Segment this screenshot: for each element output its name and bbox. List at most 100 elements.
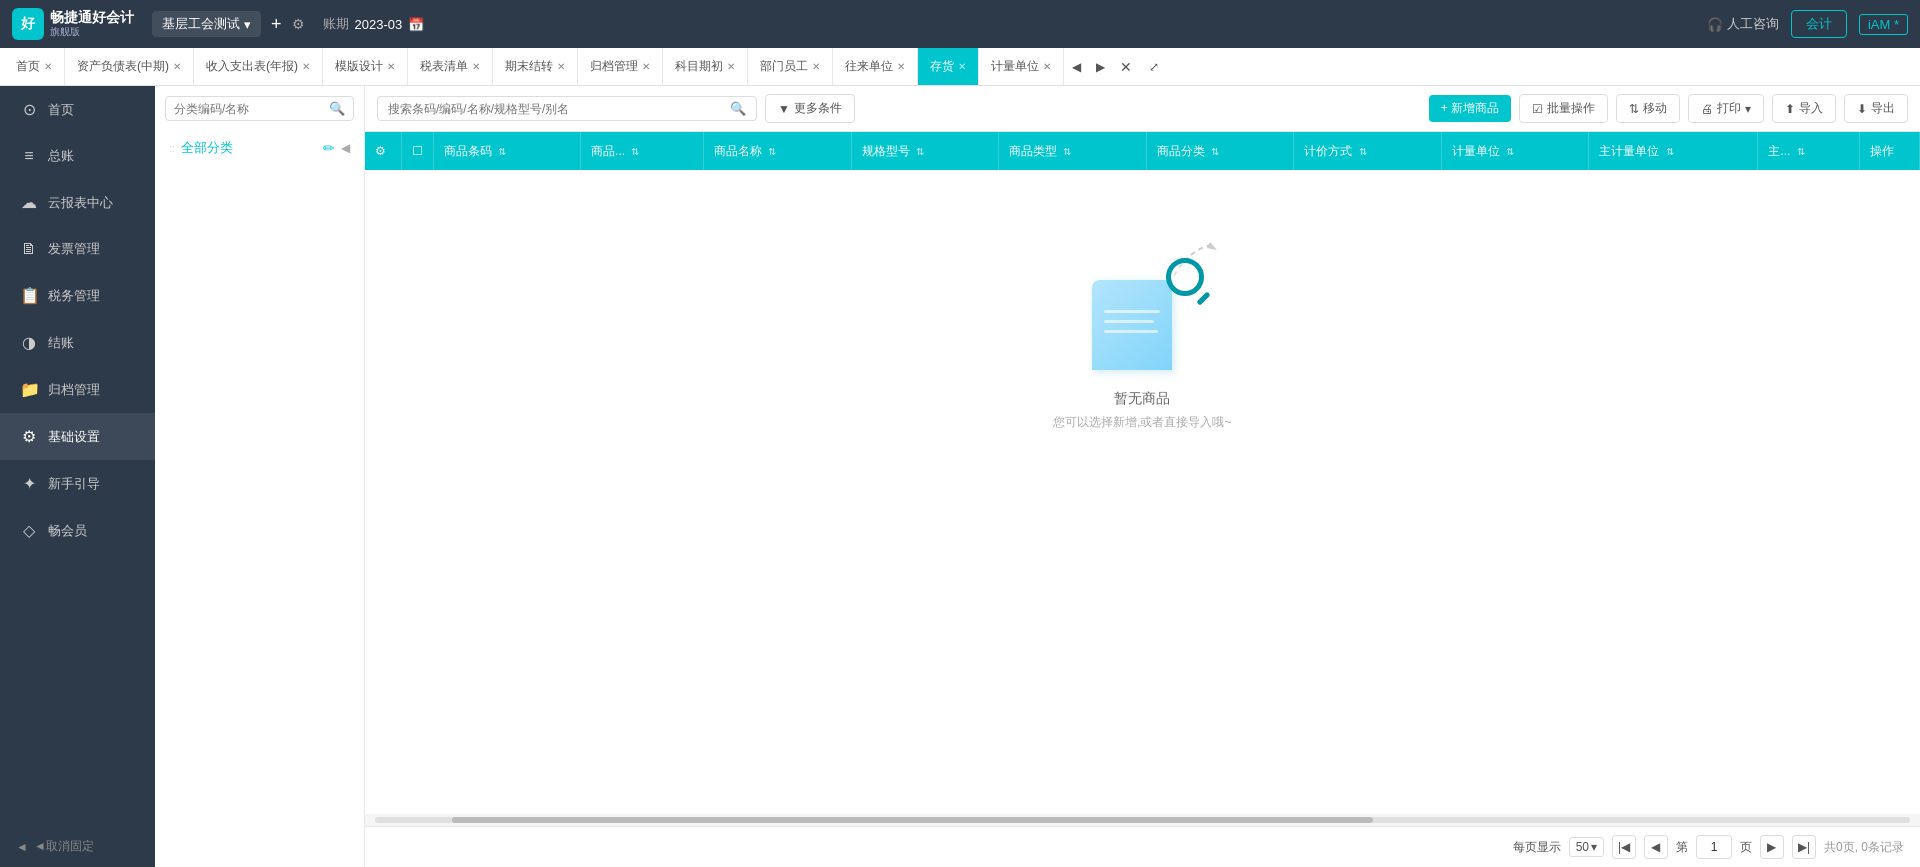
batch-icon: ☑	[1532, 102, 1543, 116]
sort-type-icon[interactable]: ⇅	[1063, 146, 1071, 157]
tab-expand-button[interactable]: ⤢	[1140, 48, 1168, 86]
tab-close-archive[interactable]: ✕	[642, 61, 650, 72]
tab-close-assets[interactable]: ✕	[173, 61, 181, 72]
next-page-button[interactable]: ▶	[1760, 835, 1784, 859]
sort-category-icon[interactable]: ⇅	[1211, 146, 1219, 157]
th-category[interactable]: 商品分类 ⇅	[1146, 132, 1294, 170]
sort-code-icon[interactable]: ⇅	[631, 146, 639, 157]
tab-assets[interactable]: 资产负债表(中期) ✕	[65, 48, 194, 86]
th-barcode[interactable]: 商品条码 ⇅	[433, 132, 581, 170]
sidebar-item-home[interactable]: ⊙ 首页	[0, 86, 155, 133]
product-table: ⚙ ☐ 商品条码 ⇅ 商品... ⇅	[365, 132, 1920, 511]
sidebar-item-guide[interactable]: ✦ 新手引导	[0, 460, 155, 507]
move-button[interactable]: ⇅ 移动	[1616, 94, 1680, 123]
scrollbar-thumb[interactable]	[452, 817, 1373, 823]
tab-template[interactable]: 模版设计 ✕	[323, 48, 408, 86]
category-all[interactable]: :: 全部分类 ✏ ◀	[155, 131, 364, 165]
tab-close-dept[interactable]: ✕	[812, 61, 820, 72]
per-page-select[interactable]: 50 ▾	[1569, 837, 1604, 857]
first-page-button[interactable]: |◀	[1612, 835, 1636, 859]
tab-close-template[interactable]: ✕	[387, 61, 395, 72]
more-filter-button[interactable]: ▼ 更多条件	[765, 94, 855, 123]
gear-icon[interactable]: ⚙	[292, 16, 305, 32]
print-dropdown-icon: ▾	[1745, 102, 1751, 116]
tab-next-button[interactable]: ▶	[1088, 48, 1112, 86]
tab-archive[interactable]: 归档管理 ✕	[578, 48, 663, 86]
account-button[interactable]: 会计	[1791, 10, 1847, 38]
search-icon[interactable]: 🔍	[730, 101, 746, 116]
tab-tax[interactable]: 税表清单 ✕	[408, 48, 493, 86]
sort-pricing-icon[interactable]: ⇅	[1359, 146, 1367, 157]
export-button[interactable]: ⬇ 导出	[1844, 94, 1908, 123]
add-product-button[interactable]: + 新增商品	[1429, 95, 1511, 122]
sort-name-icon[interactable]: ⇅	[768, 146, 776, 157]
category-search-box[interactable]: 🔍	[165, 96, 354, 121]
sort-barcode-icon[interactable]: ⇅	[498, 146, 506, 157]
main-layout: ⊙ 首页 ≡ 总账 ☁ 云报表中心 🗎 发票管理 📋 税务管理 ◑ 结账 📁 归…	[0, 86, 1920, 867]
th-spec[interactable]: 规格型号 ⇅	[851, 132, 999, 170]
horizontal-scrollbar[interactable]	[365, 814, 1920, 826]
tab-close-inventory[interactable]: ✕	[958, 61, 966, 72]
tab-dept[interactable]: 部门员工 ✕	[748, 48, 833, 86]
sidebar-item-settings[interactable]: ⚙ 基础设置	[0, 413, 155, 460]
th-main2[interactable]: 主... ⇅	[1758, 132, 1860, 170]
sidebar-item-archive[interactable]: 📁 归档管理	[0, 366, 155, 413]
prev-page-button[interactable]: ◀	[1644, 835, 1668, 859]
category-collapse-icon[interactable]: ◀	[341, 141, 350, 155]
sidebar-item-member[interactable]: ◇ 畅会员	[0, 507, 155, 554]
iam-badge[interactable]: iAM *	[1859, 14, 1908, 35]
category-search-icon[interactable]: 🔍	[329, 101, 345, 116]
tab-unit[interactable]: 计量单位 ✕	[979, 48, 1064, 86]
sidebar-item-tax[interactable]: 📋 税务管理	[0, 272, 155, 319]
tab-close-all-button[interactable]: ✕	[1112, 48, 1140, 86]
last-page-button[interactable]: ▶|	[1792, 835, 1816, 859]
logo-icon: 好	[12, 8, 44, 40]
th-type[interactable]: 商品类型 ⇅	[999, 132, 1147, 170]
product-search-bar[interactable]: 🔍	[377, 96, 757, 121]
plus-icon[interactable]: +	[271, 14, 282, 35]
tab-inventory[interactable]: 存货 ✕	[918, 48, 979, 86]
sidebar-item-cloud[interactable]: ☁ 云报表中心	[0, 179, 155, 226]
page-number-input[interactable]	[1696, 835, 1732, 859]
service-button[interactable]: 🎧 人工咨询	[1707, 15, 1779, 33]
th-gear[interactable]: ⚙	[365, 132, 401, 170]
tab-close-income[interactable]: ✕	[302, 61, 310, 72]
sort-unit-icon[interactable]: ⇅	[1506, 146, 1514, 157]
tab-close-home[interactable]: ✕	[44, 61, 52, 72]
tab-income[interactable]: 收入支出表(年报) ✕	[194, 48, 323, 86]
sidebar-item-ledger[interactable]: ≡ 总账	[0, 133, 155, 179]
th-checkbox[interactable]: ☐	[401, 132, 433, 170]
sidebar-item-invoice[interactable]: 🗎 发票管理	[0, 226, 155, 272]
drag-icon: ::	[169, 143, 175, 154]
tab-close-tax[interactable]: ✕	[472, 61, 480, 72]
th-pricing[interactable]: 计价方式 ⇅	[1294, 132, 1442, 170]
product-search-input[interactable]	[388, 102, 724, 116]
company-selector[interactable]: 基层工会测试 ▾	[152, 11, 261, 37]
sort-spec-icon[interactable]: ⇅	[916, 146, 924, 157]
th-unit[interactable]: 计量单位 ⇅	[1441, 132, 1589, 170]
tab-prev-button[interactable]: ◀	[1064, 48, 1088, 86]
inner-content: 🔍 :: 全部分类 ✏ ◀ 🔍 ▼	[155, 86, 1920, 867]
tab-close-closing[interactable]: ✕	[557, 61, 565, 72]
th-code[interactable]: 商品... ⇅	[581, 132, 704, 170]
sort-main2-icon[interactable]: ⇅	[1797, 146, 1805, 157]
sidebar-unpin-button[interactable]: ◄ ◄取消固定	[0, 826, 155, 867]
category-edit-icon[interactable]: ✏	[323, 140, 335, 156]
total-info: 共0页, 0条记录	[1824, 839, 1904, 856]
tab-close-subject[interactable]: ✕	[727, 61, 735, 72]
tab-close-contacts[interactable]: ✕	[897, 61, 905, 72]
tab-close-unit[interactable]: ✕	[1043, 61, 1051, 72]
calendar-icon[interactable]: 📅	[408, 17, 424, 32]
sidebar-item-closing[interactable]: ◑ 结账	[0, 319, 155, 366]
tab-home[interactable]: 首页 ✕	[4, 48, 65, 86]
import-button[interactable]: ⬆ 导入	[1772, 94, 1836, 123]
tab-contacts[interactable]: 往来单位 ✕	[833, 48, 918, 86]
th-main-unit[interactable]: 主计量单位 ⇅	[1589, 132, 1758, 170]
sort-main-unit-icon[interactable]: ⇅	[1666, 146, 1674, 157]
print-button[interactable]: 🖨 打印 ▾	[1688, 94, 1764, 123]
th-name[interactable]: 商品名称 ⇅	[703, 132, 851, 170]
tab-subject[interactable]: 科目期初 ✕	[663, 48, 748, 86]
tab-closing[interactable]: 期末结转 ✕	[493, 48, 578, 86]
category-search-input[interactable]	[174, 102, 329, 116]
batch-ops-button[interactable]: ☑ 批量操作	[1519, 94, 1608, 123]
